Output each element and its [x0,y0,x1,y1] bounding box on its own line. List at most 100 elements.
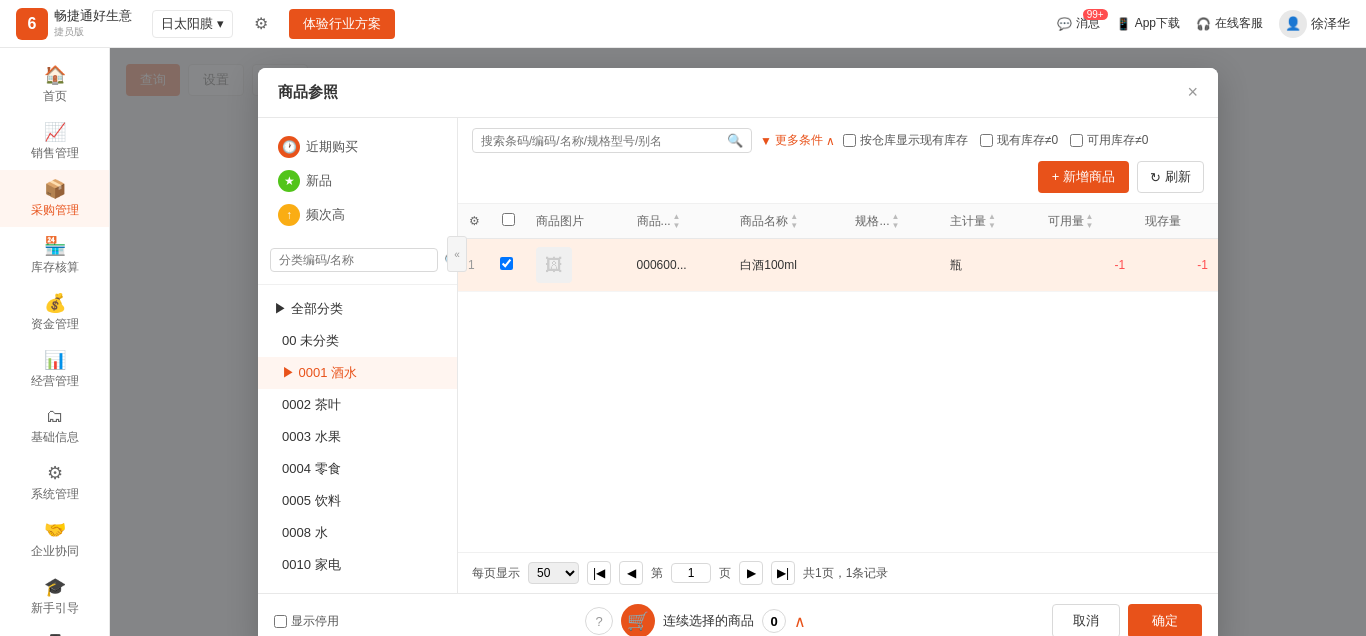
sort-image[interactable]: 商品图片 [536,213,617,230]
footer-collapse-button[interactable]: ∧ [794,612,806,631]
cat-all[interactable]: ▶ 全部分类 [258,293,457,325]
product-table-container: ⚙ 商品图片 [458,204,1218,552]
page-size-label: 每页显示 [472,565,520,582]
cat-appliance[interactable]: 0010 家电 [258,549,457,581]
product-code: 000600... [637,258,687,272]
system-icon: ⚙ [47,462,63,484]
sidebar-item-guide[interactable]: 🎓 新手引导 [0,568,109,625]
cart-icon[interactable]: 🛒 [621,604,655,636]
row-checkbox-cell [490,239,526,292]
guide-icon: 🎓 [44,576,66,598]
show-disabled-checkbox[interactable]: 显示停用 [274,613,339,630]
checkbox-current-stock[interactable]: 现有库存≠0 [980,132,1058,149]
app-download-item[interactable]: 📱 App下载 [1116,15,1180,32]
cat-appliance-label: 0010 家电 [282,556,341,574]
sidebar-label-system: 系统管理 [31,486,79,503]
sidebar-item-operation[interactable]: 📊 经营管理 [0,341,109,398]
cat-snack-label: 0004 零食 [282,460,341,478]
more-filter-button[interactable]: ▼ 更多条件 ∧ [760,132,835,149]
product-search-input[interactable] [481,134,723,148]
th-code: 商品... ▲▼ [627,204,731,239]
page-word: 第 [651,565,663,582]
sidebar-item-apps[interactable]: 📱 应用中心 [0,625,109,636]
user-area[interactable]: 👤 徐泽华 [1279,10,1350,38]
sort-stock[interactable]: 现存量 [1145,213,1208,230]
cat-snack[interactable]: 0004 零食 [258,453,457,485]
product-unit: 瓶 [950,258,962,272]
cat-all-label: ▶ 全部分类 [274,300,343,318]
panel-collapse-button[interactable]: « [447,236,467,272]
page-number-input[interactable] [671,563,711,583]
filter-freq-label: 频次高 [306,206,345,224]
continuous-count: 0 [762,609,786,633]
cat-water[interactable]: 0008 水 [258,517,457,549]
enterprise-icon: 🤝 [44,519,66,541]
cancel-button[interactable]: 取消 [1052,604,1120,636]
checkbox-by-warehouse-input[interactable] [843,134,856,147]
sidebar-item-basic[interactable]: 🗂 基础信息 [0,398,109,454]
checkbox-current-stock-input[interactable] [980,134,993,147]
sort-code[interactable]: 商品... ▲▼ [637,212,721,230]
checkbox-available-stock[interactable]: 可用库存≠0 [1070,132,1148,149]
logo-area: 6 畅捷通好生意 捷员版 [16,8,132,40]
cat-fruit[interactable]: 0003 水果 [258,421,457,453]
store-selector[interactable]: 日太阳膜 ▾ [152,10,233,38]
refresh-list-button[interactable]: ↻ 刷新 [1137,161,1204,193]
confirm-button[interactable]: 确定 [1128,604,1202,636]
first-page-button[interactable]: |◀ [587,561,611,585]
help-button[interactable]: ? [585,607,613,635]
sort-available[interactable]: 可用量 ▲▼ [1048,212,1126,230]
message-item[interactable]: 💬 消息 99+ [1057,15,1100,32]
sidebar-item-system[interactable]: ⚙ 系统管理 [0,454,109,511]
modal-dialog: 商品参照 × 🕐 近期购买 ★ [258,68,1218,636]
sidebar-item-purchase[interactable]: 📦 采购管理 [0,170,109,227]
add-product-button[interactable]: + 新增商品 [1038,161,1129,193]
settings-icon[interactable]: ⚙ [245,8,277,40]
sidebar-item-enterprise[interactable]: 🤝 企业协同 [0,511,109,568]
last-page-button[interactable]: ▶| [771,561,795,585]
message-icon: 💬 [1057,17,1072,31]
page-unit: 页 [719,565,731,582]
help-icon: ? [595,614,602,629]
sort-arrows-spec: ▲▼ [892,212,900,230]
column-settings-icon[interactable]: ⚙ [469,214,480,228]
chevron-down-icon: ▾ [217,16,224,31]
trial-button[interactable]: 体验行业方案 [289,9,395,39]
sidebar-item-home[interactable]: 🏠 首页 [0,56,109,113]
category-search-input[interactable] [270,248,438,272]
show-disabled-input[interactable] [274,615,287,628]
filter-freq[interactable]: ↑ 频次高 [270,198,445,232]
page-size-select[interactable]: 20 50 100 [528,562,579,584]
cat-water-label: 0008 水 [282,524,328,542]
cat-unclassified-label: 00 未分类 [282,332,339,350]
row-image-cell: 🖼 [526,239,627,292]
th-spec: 规格... ▲▼ [845,204,940,239]
modal-close-button[interactable]: × [1187,82,1198,103]
select-all-checkbox[interactable] [502,213,515,226]
product-search-icon[interactable]: 🔍 [727,133,743,148]
checkbox-available-stock-input[interactable] [1070,134,1083,147]
cat-tea[interactable]: 0002 茶叶 [258,389,457,421]
category-list: ▶ 全部分类 00 未分类 ▶ 0001 酒水 0002 茶叶 [258,289,457,585]
row-checkbox[interactable] [500,257,513,270]
cat-unclassified[interactable]: 00 未分类 [258,325,457,357]
pagination-bar: 每页显示 20 50 100 |◀ ◀ 第 页 ▶ [458,552,1218,593]
next-page-button[interactable]: ▶ [739,561,763,585]
filter-new[interactable]: ★ 新品 [270,164,445,198]
filter-recent[interactable]: 🕐 近期购买 [270,130,445,164]
table-row[interactable]: 1 🖼 00 [458,239,1218,292]
cat-alcohol[interactable]: ▶ 0001 酒水 [258,357,457,389]
filter-recent-label: 近期购买 [306,138,358,156]
prev-page-button[interactable]: ◀ [619,561,643,585]
modal-header: 商品参照 × [258,68,1218,118]
sidebar-item-sales[interactable]: 📈 销售管理 [0,113,109,170]
sort-name[interactable]: 商品名称 ▲▼ [740,212,835,230]
sidebar-item-finance[interactable]: 💰 资金管理 [0,284,109,341]
sidebar-label-sales: 销售管理 [31,145,79,162]
checkbox-by-warehouse[interactable]: 按仓库显示现有库存 [843,132,968,149]
sidebar-item-inventory[interactable]: 🏪 库存核算 [0,227,109,284]
cat-beverage[interactable]: 0005 饮料 [258,485,457,517]
service-item[interactable]: 🎧 在线客服 [1196,15,1263,32]
sort-unit[interactable]: 主计量 ▲▼ [950,212,1028,230]
sort-spec[interactable]: 规格... ▲▼ [855,212,930,230]
